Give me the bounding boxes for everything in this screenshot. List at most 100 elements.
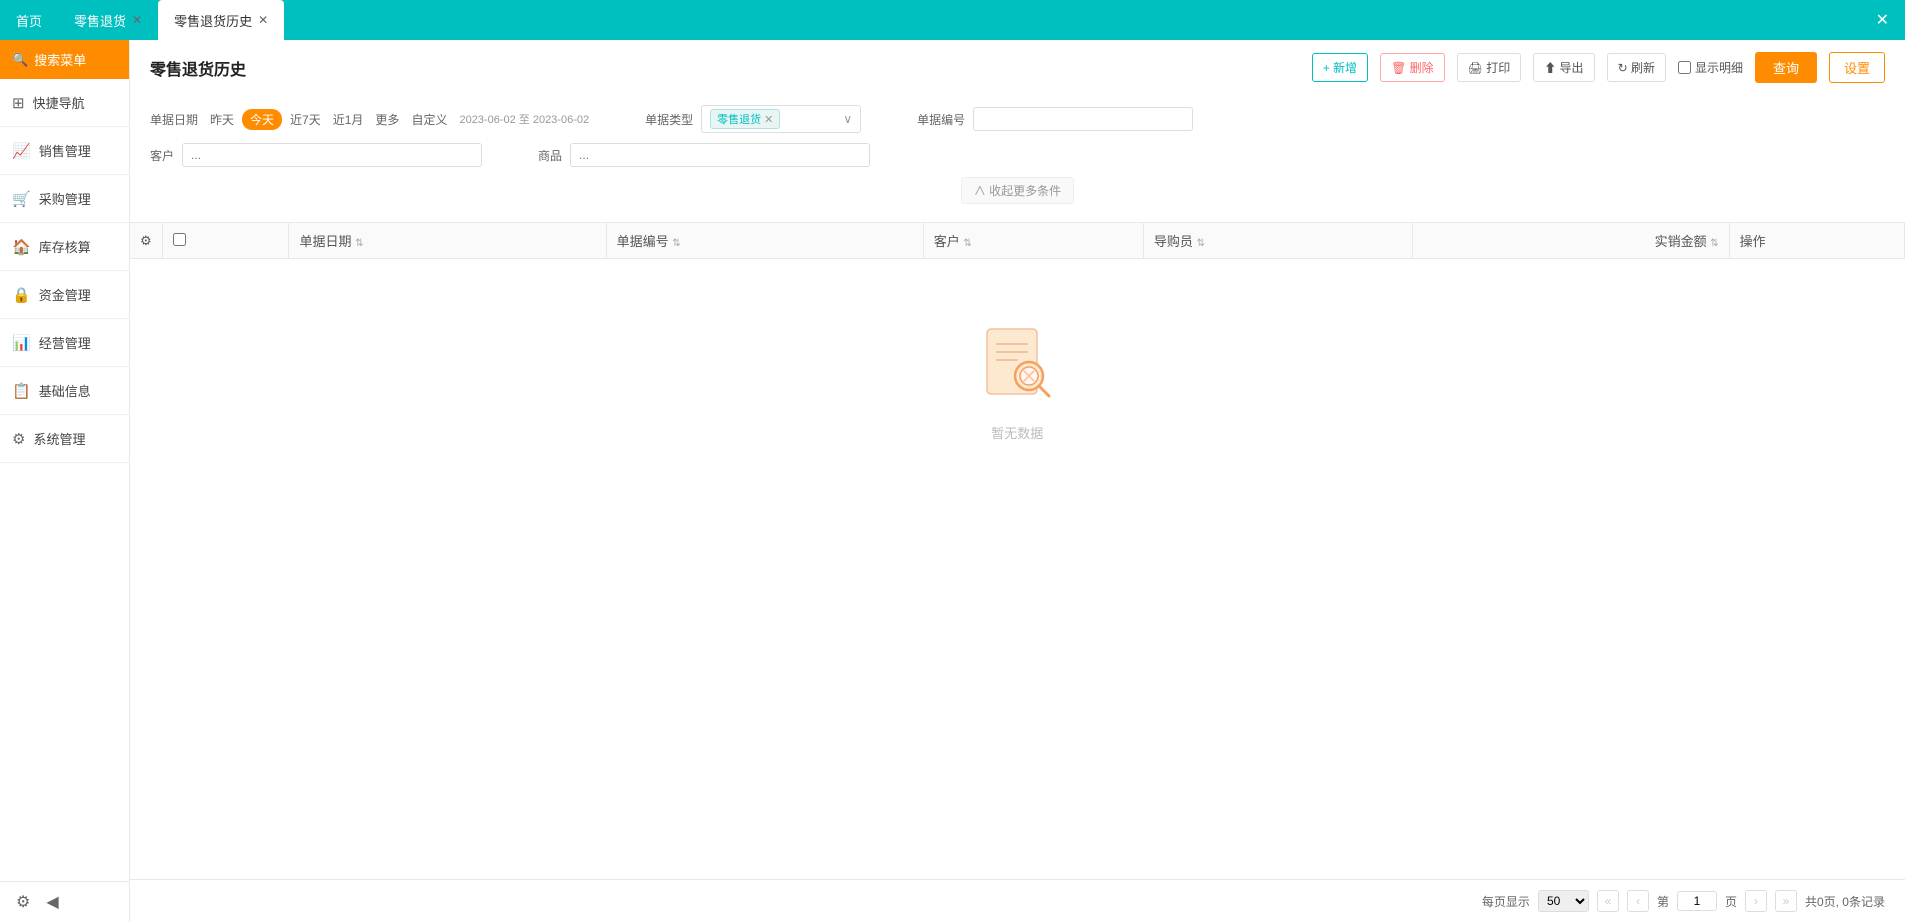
sys-mgmt-icon: ⚙	[12, 430, 25, 448]
col-guide-label: 导购员	[1154, 234, 1193, 249]
empty-illustration	[967, 319, 1067, 409]
doc-type-select[interactable]: 零售退货 ✕ ∨	[701, 105, 861, 133]
sort-doc-no-icon: ⇅	[672, 238, 680, 249]
doc-type-filter-item: 单据类型 零售退货 ✕ ∨	[645, 105, 861, 133]
filter-area: 单据日期 昨天 今天 近7天 近1月 更多 自定义 2023-06-02 至 2…	[150, 95, 1885, 222]
basic-info-icon: 📋	[12, 382, 31, 400]
sort-guide-icon: ⇅	[1197, 238, 1205, 249]
sidebar-item-quick-nav[interactable]: ⊞ 快捷导航	[0, 79, 129, 127]
filter-row-2: 客户 商品	[150, 143, 1885, 167]
goods-label: 商品	[538, 147, 562, 164]
page-header: 零售退货历史 + 新增 🗑 删除 🖨 打印 ⬆ 导出 ↻ 刷新 显示明细 查询 …	[130, 40, 1905, 223]
next-page-btn[interactable]: ›	[1745, 890, 1767, 912]
per-page-select[interactable]: 50 100 200	[1538, 890, 1589, 912]
collapse-more-conditions-btn[interactable]: ∧ 收起更多条件	[961, 177, 1074, 204]
operations-icon: 📊	[12, 334, 31, 352]
sidebar-item-purchase-mgmt[interactable]: 🛒 采购管理	[0, 175, 129, 223]
date-option-7days[interactable]: 近7天	[286, 109, 325, 130]
col-doc-no-label: 单据编号	[617, 234, 669, 249]
col-amount-label: 实销金额	[1655, 234, 1707, 249]
col-doc-date[interactable]: 单据日期 ⇅	[289, 223, 606, 259]
date-range-display: 2023-06-02 至 2023-06-02	[459, 111, 589, 127]
window-close-btn[interactable]: ✕	[1876, 10, 1905, 30]
date-option-today[interactable]: 今天	[242, 109, 282, 130]
customer-input[interactable]	[182, 143, 482, 167]
data-table: ⚙ 单据日期 ⇅ 单据编号 ⇅ 客户 ⇅	[130, 223, 1905, 502]
doc-no-input[interactable]	[973, 107, 1193, 131]
doc-type-arrow: ∨	[843, 112, 852, 126]
sidebar-collapse-icon[interactable]: ◀	[46, 892, 58, 912]
customer-label: 客户	[150, 147, 174, 164]
refresh-button[interactable]: ↻ 刷新	[1607, 53, 1666, 82]
col-amount[interactable]: 实销金额 ⇅	[1412, 223, 1729, 259]
date-label: 单据日期	[150, 111, 198, 128]
print-button[interactable]: 🖨 打印	[1457, 53, 1522, 82]
col-doc-date-label: 单据日期	[299, 234, 351, 249]
sort-doc-date-icon: ⇅	[355, 238, 363, 249]
nav-tabs: 首页 零售退货 ✕ 零售退货历史 ✕	[0, 0, 1876, 40]
sidebar-item-sales-mgmt[interactable]: 📈 销售管理	[0, 127, 129, 175]
show-detail-checkbox[interactable]	[1678, 61, 1691, 74]
add-button[interactable]: + 新增	[1312, 53, 1368, 82]
customer-filter-item: 客户	[150, 143, 482, 167]
filter-row-1: 单据日期 昨天 今天 近7天 近1月 更多 自定义 2023-06-02 至 2…	[150, 105, 1885, 133]
main-layout: 🔍 搜索菜单 ⊞ 快捷导航 📈 销售管理 🛒 采购管理 🏠 库存核算 🔒 资金管…	[0, 40, 1905, 922]
doc-no-label: 单据编号	[917, 111, 965, 128]
sidebar-item-basic-info[interactable]: 📋 基础信息	[0, 367, 129, 415]
sidebar-search[interactable]: 🔍 搜索菜单	[0, 40, 129, 79]
sales-icon: 📈	[12, 142, 31, 160]
sidebar-bottom: ⚙ ◀	[0, 881, 129, 922]
show-detail-toggle[interactable]: 显示明细	[1678, 59, 1743, 76]
col-customer-label: 客户	[934, 234, 960, 249]
tab-retail-return-history[interactable]: 零售退货历史 ✕	[158, 0, 284, 40]
last-page-btn[interactable]: »	[1775, 890, 1797, 912]
date-option-custom[interactable]: 自定义	[407, 109, 451, 130]
prev-page-btn[interactable]: ‹	[1627, 890, 1649, 912]
sidebar-item-finance[interactable]: 🔒 资金管理	[0, 271, 129, 319]
setting-button[interactable]: 设置	[1829, 52, 1885, 83]
pagination-bar: 每页显示 50 100 200 « ‹ 第 页 › » 共0页, 0条记录	[130, 879, 1905, 922]
main-content: 零售退货历史 + 新增 🗑 删除 🖨 打印 ⬆ 导出 ↻ 刷新 显示明细 查询 …	[130, 40, 1905, 922]
remove-doc-type-tag[interactable]: ✕	[764, 113, 773, 126]
close-tab-retail-return-history[interactable]: ✕	[258, 13, 268, 27]
sidebar-item-operations[interactable]: 📊 经营管理	[0, 319, 129, 367]
sort-amount-icon: ⇅	[1710, 238, 1718, 249]
top-nav: 首页 零售退货 ✕ 零售退货历史 ✕ ✕	[0, 0, 1905, 40]
goods-input[interactable]	[570, 143, 870, 167]
col-action: 操作	[1729, 223, 1904, 259]
sidebar-item-sys-mgmt[interactable]: ⚙ 系统管理	[0, 415, 129, 463]
tab-retail-return[interactable]: 零售退货 ✕	[58, 0, 158, 40]
toolbar: + 新增 🗑 删除 🖨 打印 ⬆ 导出 ↻ 刷新 显示明细 查询 设置	[1312, 52, 1885, 83]
page-number-input[interactable]	[1677, 891, 1717, 911]
date-option-more[interactable]: 更多	[371, 109, 403, 130]
sidebar-settings-icon[interactable]: ⚙	[16, 892, 30, 912]
empty-state: 暂无数据	[130, 259, 1905, 502]
close-tab-retail-return[interactable]: ✕	[132, 13, 142, 27]
date-filter-item: 单据日期 昨天 今天 近7天 近1月 更多 自定义 2023-06-02 至 2…	[150, 109, 589, 130]
sidebar-item-inventory[interactable]: 🏠 库存核算	[0, 223, 129, 271]
total-info: 共0页, 0条记录	[1805, 893, 1885, 910]
doc-no-filter-item: 单据编号	[917, 107, 1193, 131]
table-wrapper: ⚙ 单据日期 ⇅ 单据编号 ⇅ 客户 ⇅	[130, 223, 1905, 879]
query-button[interactable]: 查询	[1755, 52, 1817, 83]
col-settings[interactable]: ⚙	[130, 223, 162, 259]
select-all-checkbox[interactable]	[173, 233, 186, 246]
first-page-btn[interactable]: «	[1597, 890, 1619, 912]
tab-home[interactable]: 首页	[0, 0, 58, 40]
date-options-group: 昨天 今天 近7天 近1月 更多 自定义 2023-06-02 至 2023-0…	[206, 109, 589, 130]
doc-type-label: 单据类型	[645, 111, 693, 128]
empty-state-row: 暂无数据	[130, 259, 1905, 503]
sidebar: 🔍 搜索菜单 ⊞ 快捷导航 📈 销售管理 🛒 采购管理 🏠 库存核算 🔒 资金管…	[0, 40, 130, 922]
col-doc-no[interactable]: 单据编号 ⇅	[606, 223, 923, 259]
export-button[interactable]: ⬆ 导出	[1533, 53, 1594, 82]
search-icon: 🔍	[12, 52, 28, 68]
finance-icon: 🔒	[12, 286, 31, 304]
col-customer[interactable]: 客户 ⇅	[923, 223, 1143, 259]
purchase-icon: 🛒	[12, 190, 31, 208]
goods-filter-item: 商品	[538, 143, 870, 167]
page-title-row: 零售退货历史 + 新增 🗑 删除 🖨 打印 ⬆ 导出 ↻ 刷新 显示明细 查询 …	[150, 52, 1885, 83]
col-guide[interactable]: 导购员 ⇅	[1143, 223, 1412, 259]
date-option-yesterday[interactable]: 昨天	[206, 109, 238, 130]
delete-button[interactable]: 🗑 删除	[1380, 53, 1445, 82]
date-option-1month[interactable]: 近1月	[329, 109, 368, 130]
